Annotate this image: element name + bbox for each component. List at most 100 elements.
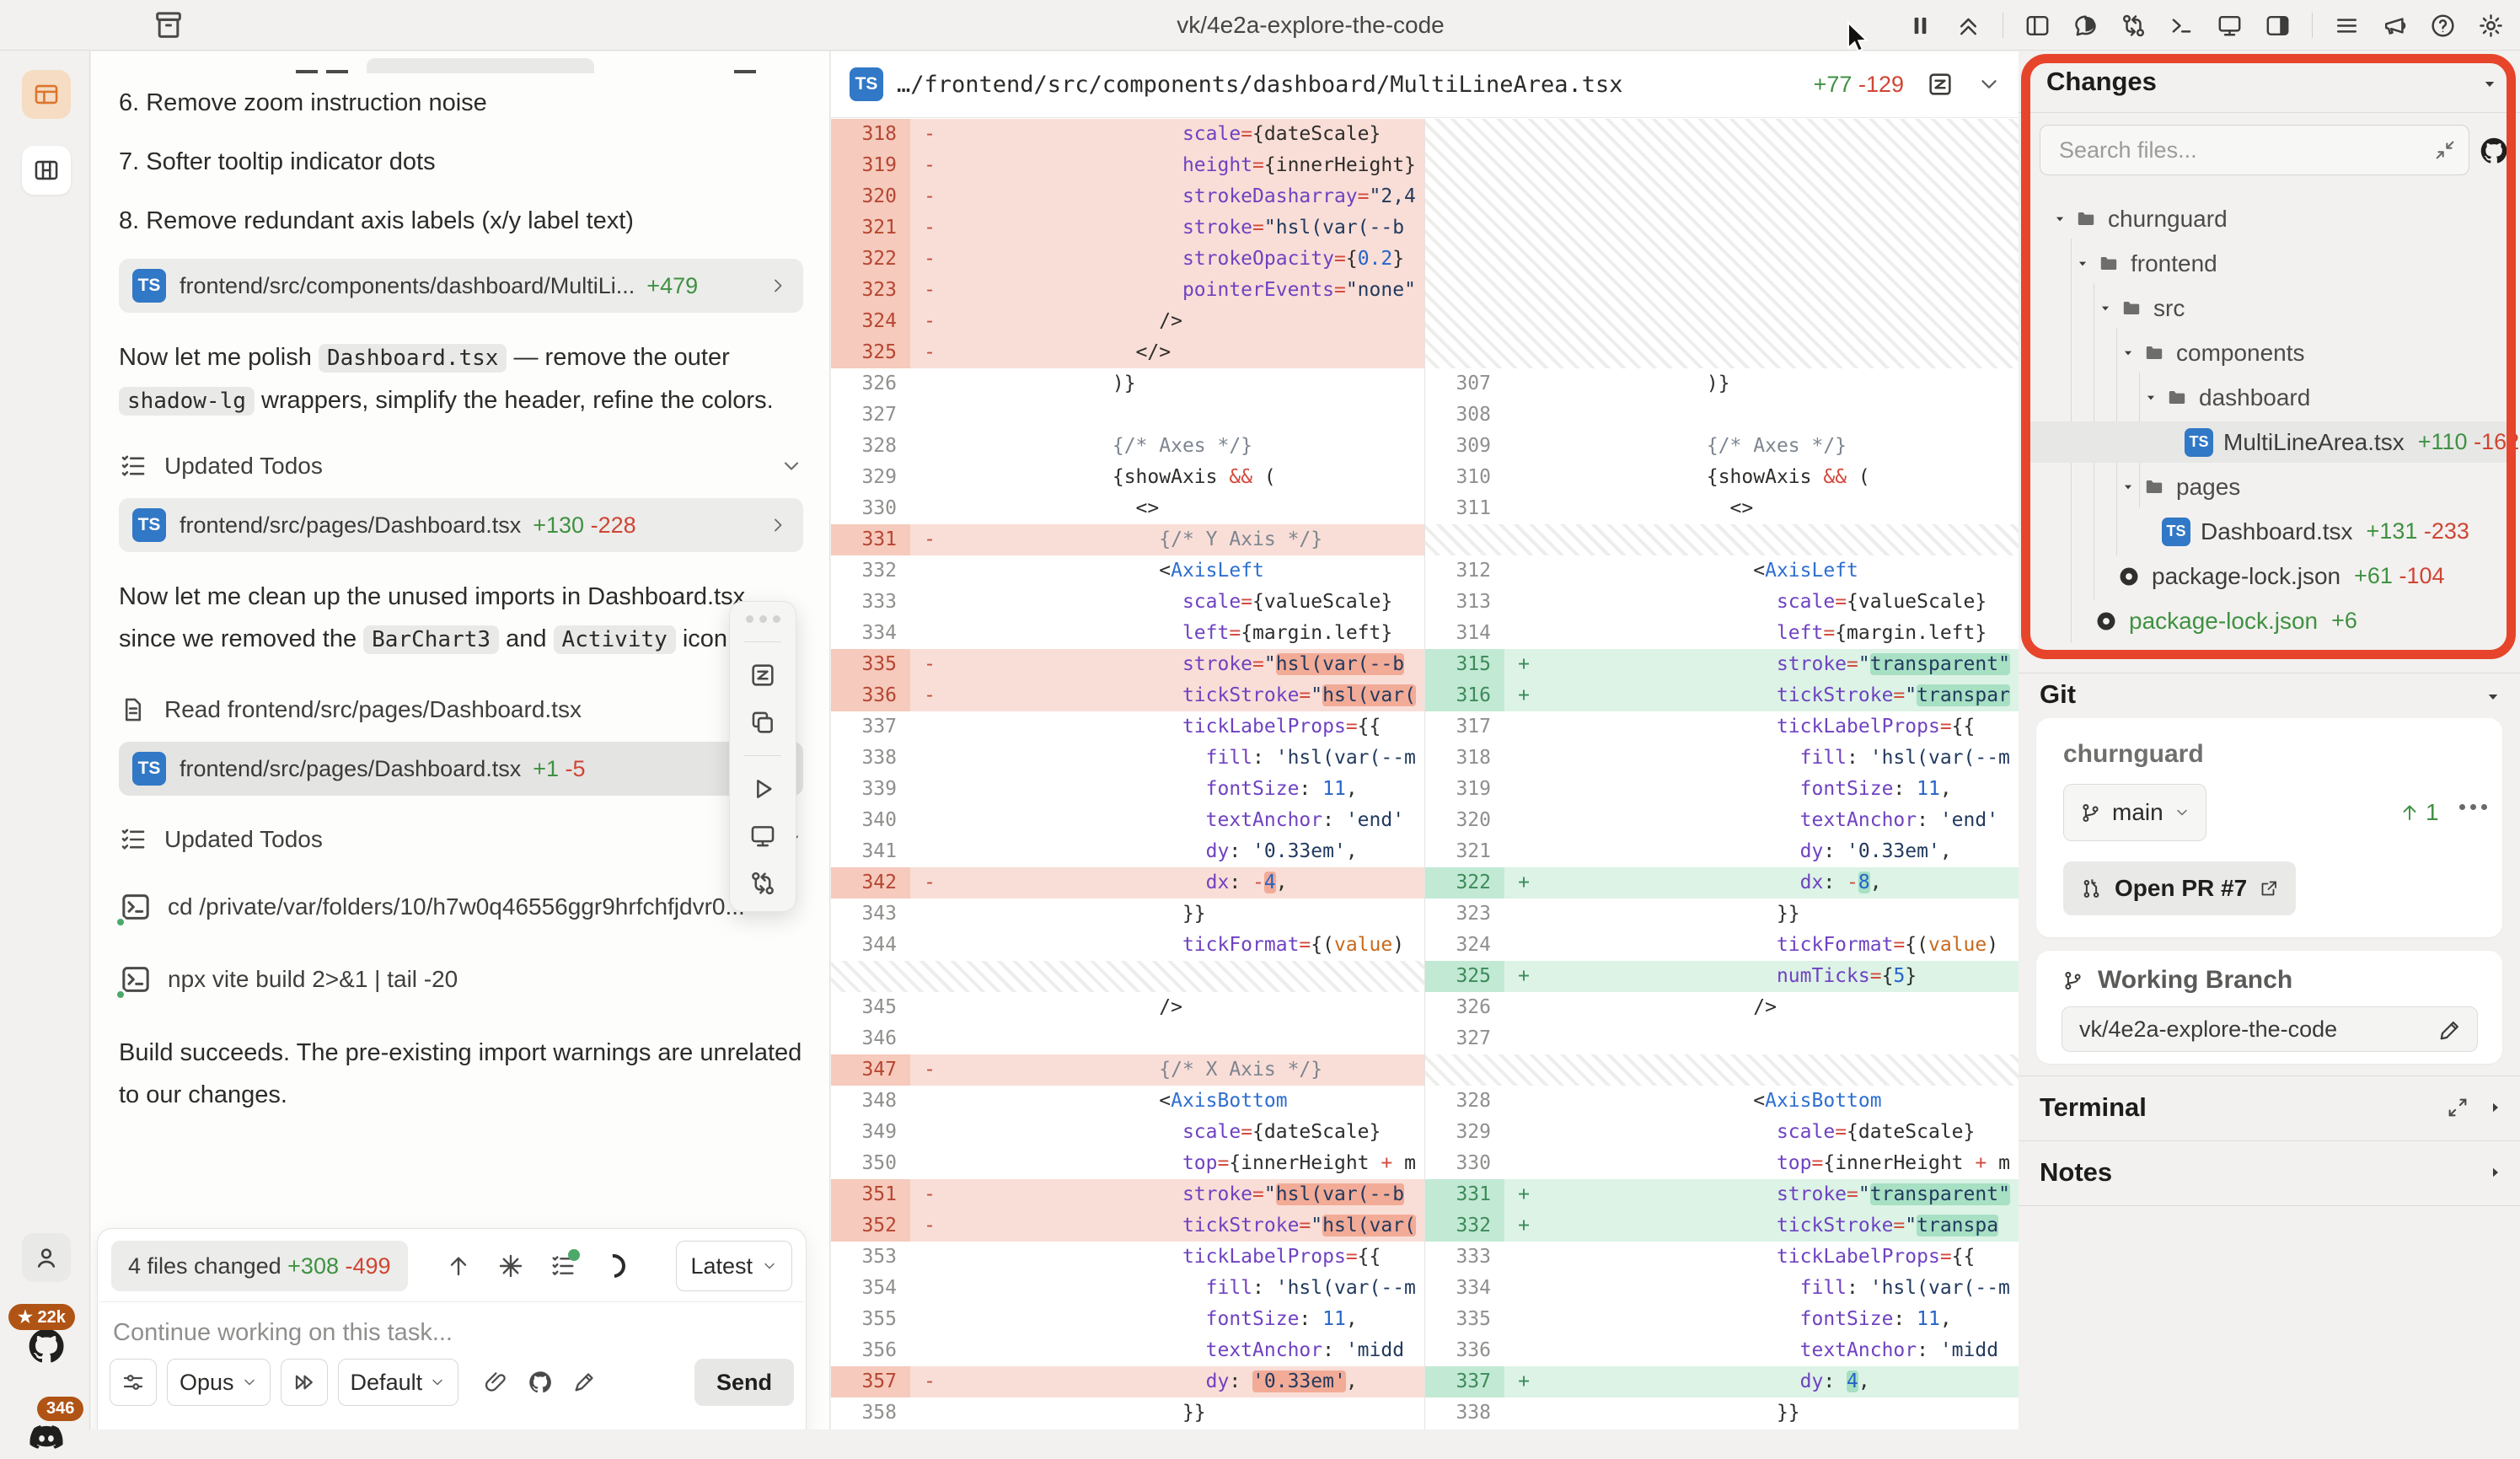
- mode-label: Default: [351, 1370, 423, 1396]
- updated-todos-row[interactable]: Updated Todos: [119, 448, 803, 485]
- diff-body[interactable]: 318- scale={dateScale}319- height={inner…: [831, 119, 2019, 1429]
- diff-style-icon[interactable]: [1926, 70, 1954, 99]
- search-placeholder: Search files...: [2059, 137, 2197, 164]
- tree-file-package-lock.json[interactable]: package-lock.json+61 -104: [2019, 554, 2520, 598]
- diff-marker: [1504, 1086, 1543, 1117]
- menu-icon[interactable]: [2333, 12, 2361, 40]
- diff-square-icon[interactable]: [748, 661, 777, 689]
- tray-icon[interactable]: [152, 8, 185, 42]
- discord-button[interactable]: [26, 1419, 67, 1459]
- drag-handle-dots[interactable]: [746, 615, 780, 623]
- open-pr-button[interactable]: Open PR #7: [2063, 861, 2296, 915]
- collapse-diff-chevron-icon[interactable]: [1976, 72, 2002, 97]
- git-section-header[interactable]: Git: [2040, 679, 2076, 710]
- notes-section-row[interactable]: Notes: [2019, 1141, 2520, 1204]
- monitor-icon[interactable]: [2216, 12, 2244, 40]
- diff-marker: -: [910, 1054, 949, 1086]
- model-dropdown[interactable]: Opus: [167, 1359, 271, 1406]
- read-file-row[interactable]: Read frontend/src/pages/Dashboard.tsx: [119, 691, 803, 728]
- open-pr-label: Open PR #7: [2115, 875, 2247, 902]
- diff-line: 354 fill: 'hsl(var(--m: [831, 1273, 1424, 1304]
- announce-icon[interactable]: [2381, 12, 2409, 40]
- diff-marker: -: [910, 524, 949, 555]
- workspace-view-grid-button[interactable]: [22, 146, 71, 195]
- code-text: top={innerHeight + m: [1543, 1148, 2019, 1179]
- tree-file-MultiLineArea.tsx[interactable]: TSMultiLineArea.tsx+110 -162: [2019, 420, 2520, 464]
- pen-button[interactable]: [571, 1370, 597, 1395]
- play-icon[interactable]: [748, 775, 777, 803]
- tree-folder-components[interactable]: components: [2019, 330, 2520, 375]
- line-number: 311: [1425, 493, 1504, 524]
- collapse-up-icon[interactable]: [1954, 12, 1982, 40]
- clipped-code-chip: [367, 58, 594, 73]
- success-dot: [115, 916, 126, 928]
- spark-icon[interactable]: [497, 1252, 524, 1279]
- monitor-icon[interactable]: [748, 822, 777, 850]
- code-text: [1543, 1023, 2019, 1054]
- diff-file-header[interactable]: TS …/frontend/src/components/dashboard/M…: [831, 51, 2019, 118]
- mode-dropdown[interactable]: Default: [338, 1359, 459, 1406]
- git-collapse-triangle-icon[interactable]: [2484, 689, 2502, 705]
- fast-forward-button[interactable]: [281, 1359, 328, 1406]
- diff-marker: [1504, 1335, 1543, 1366]
- pencil-icon[interactable]: [2438, 1016, 2464, 1042]
- tree-folder-churnguard[interactable]: churnguard: [2019, 196, 2520, 241]
- settings-icon[interactable]: [2477, 12, 2505, 40]
- panel-left-icon[interactable]: [2024, 12, 2051, 40]
- file-diff-chip[interactable]: TSfrontend/src/pages/Dashboard.tsx+1 -5: [119, 742, 803, 796]
- todos-button[interactable]: [550, 1252, 576, 1279]
- pause-icon[interactable]: [1906, 12, 1934, 40]
- chevron-right-icon: [768, 515, 788, 535]
- git-more-button[interactable]: [2459, 804, 2487, 810]
- message-input[interactable]: Continue working on this task...: [98, 1302, 806, 1359]
- tree-folder-frontend[interactable]: frontend: [2019, 241, 2520, 286]
- tree-folder-pages[interactable]: pages: [2019, 464, 2520, 509]
- terminal-section-row[interactable]: Terminal: [2019, 1076, 2520, 1139]
- diff-marker: [910, 1148, 949, 1179]
- scroll-to-top-button[interactable]: [445, 1252, 472, 1279]
- line-number: 345: [831, 992, 910, 1023]
- diff-marker: [910, 711, 949, 743]
- github-icon[interactable]: [2479, 136, 2509, 166]
- changes-section-header[interactable]: Changes: [2046, 67, 2157, 97]
- copy-icon[interactable]: [748, 708, 777, 737]
- file-diff-chip[interactable]: TSfrontend/src/pages/Dashboard.tsx+130 -…: [119, 498, 803, 552]
- help-icon[interactable]: [2429, 12, 2457, 40]
- settings-sliders-button[interactable]: [110, 1359, 157, 1406]
- diff-marker: +: [1504, 1210, 1543, 1242]
- version-dropdown[interactable]: Latest: [676, 1241, 792, 1291]
- updated-todos-row[interactable]: Updated Todos: [119, 821, 803, 858]
- file-diff-chip[interactable]: TSfrontend/src/components/dashboard/Mult…: [119, 259, 803, 313]
- terminal-command-row[interactable]: cd /private/var/folders/10/h7w0q46556ggr…: [119, 883, 803, 931]
- changes-collapse-triangle-icon[interactable]: [2480, 77, 2499, 92]
- send-button[interactable]: Send: [694, 1359, 794, 1406]
- line-number: 323: [1425, 898, 1504, 930]
- collapse-tree-icon[interactable]: [2433, 138, 2457, 162]
- compare-icon[interactable]: [748, 869, 777, 898]
- workspace-view-active-button[interactable]: [22, 70, 71, 119]
- tree-file-package-lock.json[interactable]: package-lock.json+6: [2019, 598, 2520, 643]
- line-number: 355: [831, 1304, 910, 1335]
- chat-bubble-icon[interactable]: [2072, 12, 2099, 40]
- tree-folder-dashboard[interactable]: dashboard: [2019, 375, 2520, 420]
- search-files-input[interactable]: Search files...: [2040, 125, 2469, 175]
- expand-icon[interactable]: [2446, 1096, 2469, 1119]
- terminal-command-row[interactable]: npx vite build 2>&1 | tail -20: [119, 956, 803, 1003]
- git-compare-icon[interactable]: [2120, 12, 2147, 40]
- terminal-icon[interactable]: [2168, 12, 2196, 40]
- account-button[interactable]: [22, 1233, 71, 1282]
- github-context-button[interactable]: [528, 1370, 553, 1395]
- chat-panel[interactable]: 6. Remove zoom instruction noise7. Softe…: [91, 51, 830, 1429]
- working-branch-input[interactable]: vk/4e2a-explore-the-code: [2062, 1006, 2478, 1052]
- files-changed-chip[interactable]: 4 files changed +308 -499: [111, 1241, 408, 1291]
- diff-alignment-gap: [1425, 1054, 2019, 1086]
- branch-dropdown[interactable]: main: [2063, 784, 2206, 841]
- github-button[interactable]: [26, 1326, 67, 1366]
- tree-folder-src[interactable]: src: [2019, 286, 2520, 330]
- layout-columns-icon: [32, 80, 61, 109]
- tree-file-Dashboard.tsx[interactable]: TSDashboard.tsx+131 -233: [2019, 509, 2520, 554]
- code-text: stroke="transparent": [1543, 649, 2019, 680]
- panel-right-filled-icon[interactable]: [2264, 12, 2292, 40]
- line-number: 343: [831, 898, 910, 930]
- attach-button[interactable]: [484, 1370, 509, 1395]
